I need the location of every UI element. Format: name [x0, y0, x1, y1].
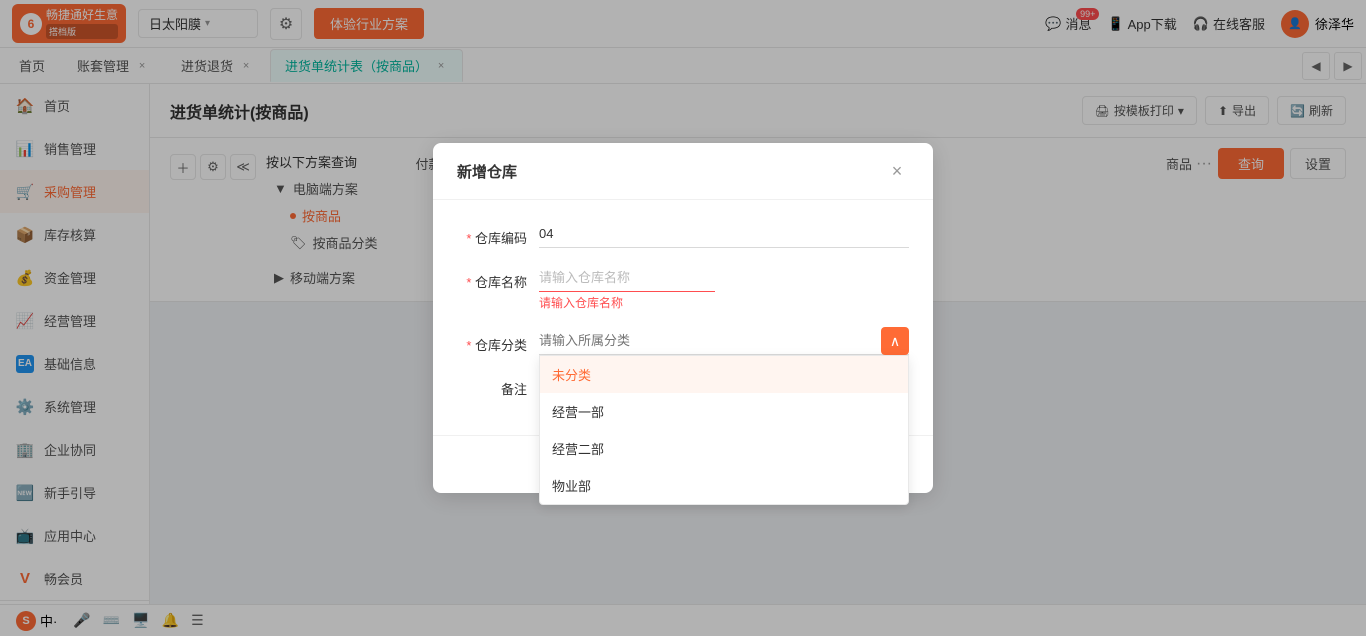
form-row-code: 仓库编码: [457, 220, 909, 248]
name-label: 仓库名称: [457, 264, 527, 291]
form-row-category: 仓库分类 ∧ 未分类 经营一部 经营二部 物业部: [457, 327, 909, 355]
category-option-ops2[interactable]: 经营二部: [540, 430, 908, 467]
category-option-ops1[interactable]: 经营一部: [540, 393, 908, 430]
modal-body: 仓库编码 仓库名称 请输入仓库名称 仓库分类 ∧: [433, 200, 933, 435]
modal-title: 新增仓库: [457, 161, 517, 182]
new-warehouse-modal: 新增仓库 × 仓库编码 仓库名称 请输入仓库名称: [433, 143, 933, 493]
form-row-name: 仓库名称 请输入仓库名称: [457, 264, 909, 311]
name-field-wrap: 请输入仓库名称: [539, 264, 715, 311]
category-option-uncategorized[interactable]: 未分类: [540, 356, 908, 393]
category-dropdown-list: 未分类 经营一部 经营二部 物业部: [539, 355, 909, 505]
dropdown-toggle-btn[interactable]: ∧: [881, 327, 909, 355]
modal-overlay: 新增仓库 × 仓库编码 仓库名称 请输入仓库名称: [0, 0, 1366, 636]
name-error-msg: 请输入仓库名称: [539, 294, 715, 311]
category-label: 仓库分类: [457, 327, 527, 354]
notes-label: 备注: [457, 371, 527, 398]
code-input[interactable]: [539, 220, 909, 248]
modal-header: 新增仓库 ×: [433, 143, 933, 200]
category-input[interactable]: [539, 327, 909, 355]
category-option-property[interactable]: 物业部: [540, 467, 908, 504]
code-label: 仓库编码: [457, 220, 527, 247]
name-input[interactable]: [539, 264, 715, 292]
category-dropdown: ∧ 未分类 经营一部 经营二部 物业部: [539, 327, 909, 355]
modal-close-btn[interactable]: ×: [885, 159, 909, 183]
